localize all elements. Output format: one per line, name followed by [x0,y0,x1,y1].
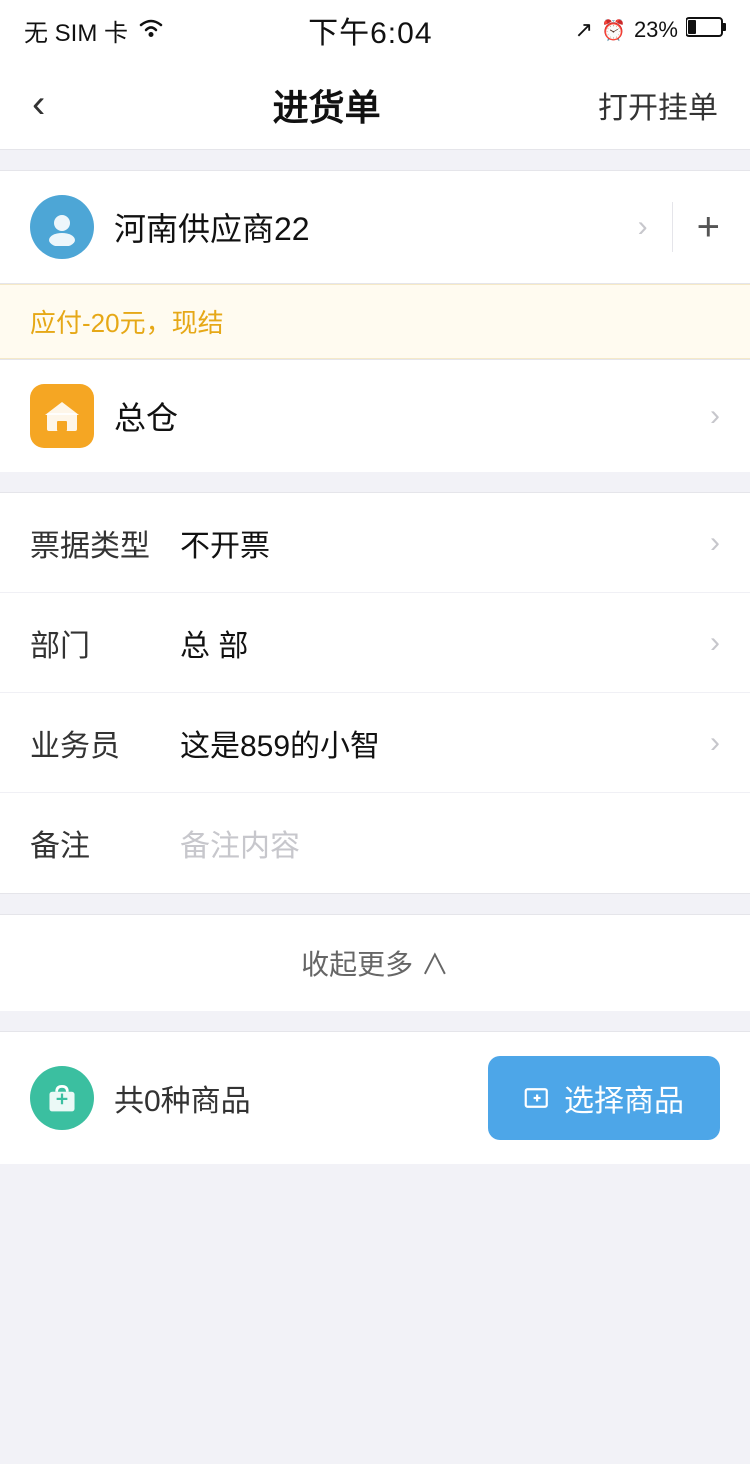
alarm-icon: ⏰ [601,18,626,43]
supplier-chevron-icon: › [638,210,648,244]
warehouse-name: 总仓 [114,393,710,439]
status-bar-left: 无 SIM 卡 [24,13,166,48]
select-product-label: 选择商品 [564,1076,684,1120]
salesperson-row[interactable]: 业务员 这是859的小智 › [0,693,750,793]
supplier-section: 河南供应商22 › + [0,170,750,284]
page-title: 进货单 [273,79,381,131]
salesperson-label: 业务员 [30,721,180,765]
status-bar-time: 下午6:04 [308,8,432,52]
department-label: 部门 [30,621,180,665]
nav-bar: ‹ 进货单 打开挂单 [0,60,750,150]
status-bar-right: ↗ ⏰ 23% [575,16,726,45]
battery-icon [686,16,726,45]
salesperson-chevron: › [710,726,720,760]
notice-text: 应付-20元，现结 [30,308,224,338]
select-product-button[interactable]: 选择商品 [488,1056,720,1140]
wifi-icon [136,16,166,45]
invoice-type-label: 票据类型 [30,521,180,565]
department-chevron: › [710,626,720,660]
status-bar: 无 SIM 卡 下午6:04 ↗ ⏰ 23% [0,0,750,60]
supplier-name[interactable]: 河南供应商22 [114,204,638,250]
product-bag-icon [30,1066,94,1130]
location-icon: ↗ [575,17,593,43]
collapse-button[interactable]: 收起更多 ∧ [0,914,750,1011]
salesperson-value: 这是859的小智 [180,721,710,765]
invoice-type-chevron: › [710,526,720,560]
invoice-type-value: 不开票 [180,521,710,565]
sim-label: 无 SIM 卡 [24,13,128,48]
department-value: 总 部 [180,621,710,665]
remark-input[interactable]: 备注内容 [180,821,720,865]
collapse-label: 收起更多 ∧ [301,943,449,983]
notice-banner: 应付-20元，现结 [0,284,750,359]
invoice-type-row[interactable]: 票据类型 不开票 › [0,493,750,593]
product-count-label: 共0种商品 [114,1076,468,1120]
remark-label: 备注 [30,821,180,865]
warehouse-section[interactable]: 总仓 › [0,359,750,472]
warehouse-icon [30,384,94,448]
battery-label: 23% [634,17,678,43]
content-background [0,1164,750,1464]
form-section: 票据类型 不开票 › 部门 总 部 › 业务员 这是859的小智 › 备注 备注… [0,492,750,894]
add-supplier-button[interactable]: + [697,205,720,250]
warehouse-chevron-icon: › [710,399,720,433]
bottom-bar: 共0种商品 选择商品 [0,1031,750,1164]
back-button[interactable]: ‹ [32,72,55,137]
supplier-divider [672,202,673,252]
remark-row[interactable]: 备注 备注内容 [0,793,750,893]
open-pending-button[interactable]: 打开挂单 [598,83,718,127]
supplier-avatar [30,195,94,259]
department-row[interactable]: 部门 总 部 › [0,593,750,693]
section-gap-1 [0,150,750,170]
